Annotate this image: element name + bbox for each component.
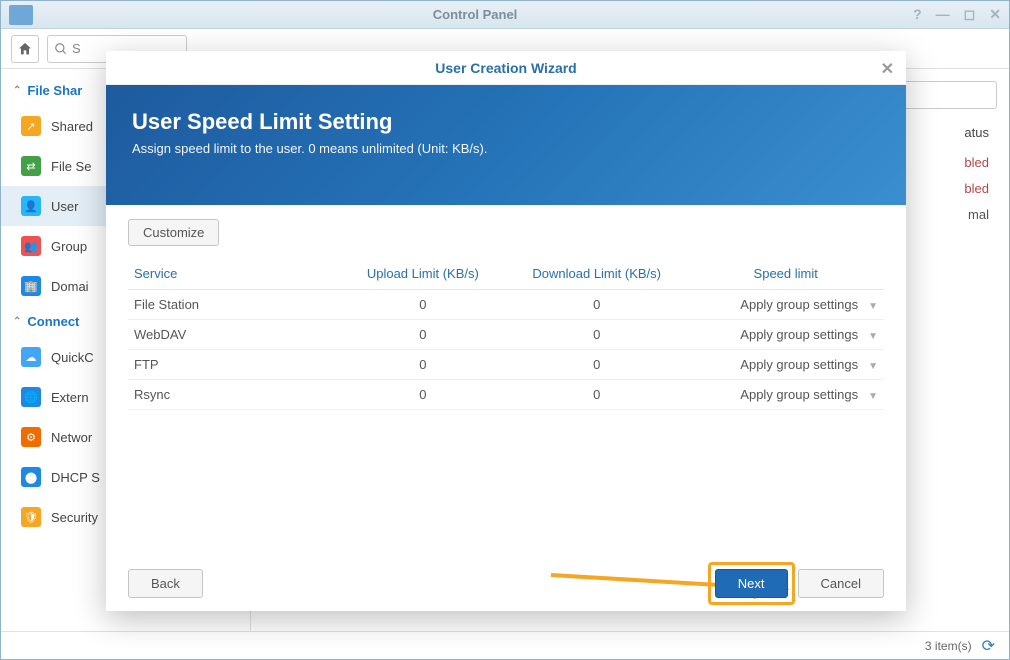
modal-body: Customize Service Upload Limit (KB/s) Do… <box>106 205 906 555</box>
chevron-up-icon: ⌃ <box>13 316 21 327</box>
chevron-down-icon: ▼ <box>868 331 878 342</box>
banner-title: User Speed Limit Setting <box>132 109 880 135</box>
sidebar-icon: 🌐 <box>21 387 41 407</box>
help-icon[interactable]: ? <box>913 6 922 23</box>
cell-download: 0 <box>506 380 687 410</box>
bg-row-1: bled <box>964 155 989 170</box>
cell-speed-dropdown[interactable]: Apply group settings▼ <box>687 320 884 350</box>
cell-service: WebDAV <box>128 320 340 350</box>
modal-footer: Back Next Cancel <box>106 555 906 611</box>
sidebar-icon: ☁ <box>21 347 41 367</box>
cell-service: Rsync <box>128 380 340 410</box>
chevron-down-icon: ▼ <box>868 391 878 402</box>
home-icon <box>17 41 33 57</box>
sidebar-item-label: Security <box>51 510 98 525</box>
search-placeholder: S <box>72 41 81 56</box>
customize-button[interactable]: Customize <box>128 219 219 246</box>
minimize-icon[interactable]: — <box>936 6 950 23</box>
chevron-up-icon: ⌃ <box>13 85 21 96</box>
sidebar-icon: ↗ <box>21 116 41 136</box>
sidebar-icon: 🏢 <box>21 276 41 296</box>
sidebar-icon: 👤 <box>21 196 41 216</box>
sidebar-icon: 🛡 <box>21 507 41 527</box>
banner-subtitle: Assign speed limit to the user. 0 means … <box>132 141 880 156</box>
maximize-icon[interactable]: ◻ <box>964 6 976 23</box>
sidebar-item-label: File Se <box>51 159 91 174</box>
close-window-icon[interactable]: ✕ <box>989 6 1001 23</box>
sidebar-icon: ⇄ <box>21 156 41 176</box>
sidebar-item-label: Networ <box>51 430 92 445</box>
table-row: FTP00Apply group settings▼ <box>128 350 884 380</box>
sidebar-item-label: Domai <box>51 279 89 294</box>
table-row: Rsync00Apply group settings▼ <box>128 380 884 410</box>
sidebar-icon: ⬤ <box>21 467 41 487</box>
close-icon[interactable]: ✕ <box>881 59 894 79</box>
col-download[interactable]: Download Limit (KB/s) <box>506 258 687 290</box>
next-button[interactable]: Next <box>715 569 788 598</box>
titlebar: Control Panel ? — ◻ ✕ <box>1 1 1009 29</box>
bg-row-2: bled <box>964 181 989 196</box>
sidebar-item-label: DHCP S <box>51 470 100 485</box>
sidebar-item-label: Shared <box>51 119 93 134</box>
refresh-icon[interactable]: ⟳ <box>982 636 995 656</box>
cancel-button[interactable]: Cancel <box>798 569 884 598</box>
cell-speed-dropdown[interactable]: Apply group settings▼ <box>687 350 884 380</box>
cell-upload: 0 <box>340 290 506 320</box>
app-icon <box>9 5 33 25</box>
cell-download: 0 <box>506 350 687 380</box>
back-button[interactable]: Back <box>128 569 203 598</box>
window-title: Control Panel <box>37 7 913 22</box>
cell-download: 0 <box>506 290 687 320</box>
sidebar-item-label: Extern <box>51 390 89 405</box>
search-icon <box>54 42 68 56</box>
cell-service: FTP <box>128 350 340 380</box>
cell-speed-dropdown[interactable]: Apply group settings▼ <box>687 380 884 410</box>
modal-banner: User Speed Limit Setting Assign speed li… <box>106 85 906 205</box>
speed-limit-table: Service Upload Limit (KB/s) Download Lim… <box>128 258 884 410</box>
chevron-down-icon: ▼ <box>868 301 878 312</box>
col-service[interactable]: Service <box>128 258 340 290</box>
modal-title: User Creation Wizard <box>435 60 576 76</box>
cell-download: 0 <box>506 320 687 350</box>
table-row: WebDAV00Apply group settings▼ <box>128 320 884 350</box>
table-row: File Station00Apply group settings▼ <box>128 290 884 320</box>
user-creation-wizard-modal: User Creation Wizard ✕ User Speed Limit … <box>106 51 906 611</box>
cell-service: File Station <box>128 290 340 320</box>
cell-upload: 0 <box>340 350 506 380</box>
col-upload[interactable]: Upload Limit (KB/s) <box>340 258 506 290</box>
sidebar-item-label: Group <box>51 239 87 254</box>
sidebar-icon: ⚙ <box>21 427 41 447</box>
bg-row-3: mal <box>968 207 989 222</box>
modal-titlebar: User Creation Wizard ✕ <box>106 51 906 85</box>
cell-upload: 0 <box>340 320 506 350</box>
sidebar-icon: 👥 <box>21 236 41 256</box>
cell-speed-dropdown[interactable]: Apply group settings▼ <box>687 290 884 320</box>
control-panel-window: Control Panel ? — ◻ ✕ S ⌃ File Shar ↗Sha… <box>0 0 1010 660</box>
chevron-down-icon: ▼ <box>868 361 878 372</box>
sidebar-item-label: QuickC <box>51 350 94 365</box>
bg-column-header: atus <box>964 125 989 140</box>
window-controls: ? — ◻ ✕ <box>913 6 1001 23</box>
footer: 3 item(s) ⟳ <box>1 631 1009 659</box>
item-count: 3 item(s) <box>925 639 972 653</box>
home-button[interactable] <box>11 35 39 63</box>
col-speed[interactable]: Speed limit <box>687 258 884 290</box>
cell-upload: 0 <box>340 380 506 410</box>
sidebar-item-label: User <box>51 199 78 214</box>
